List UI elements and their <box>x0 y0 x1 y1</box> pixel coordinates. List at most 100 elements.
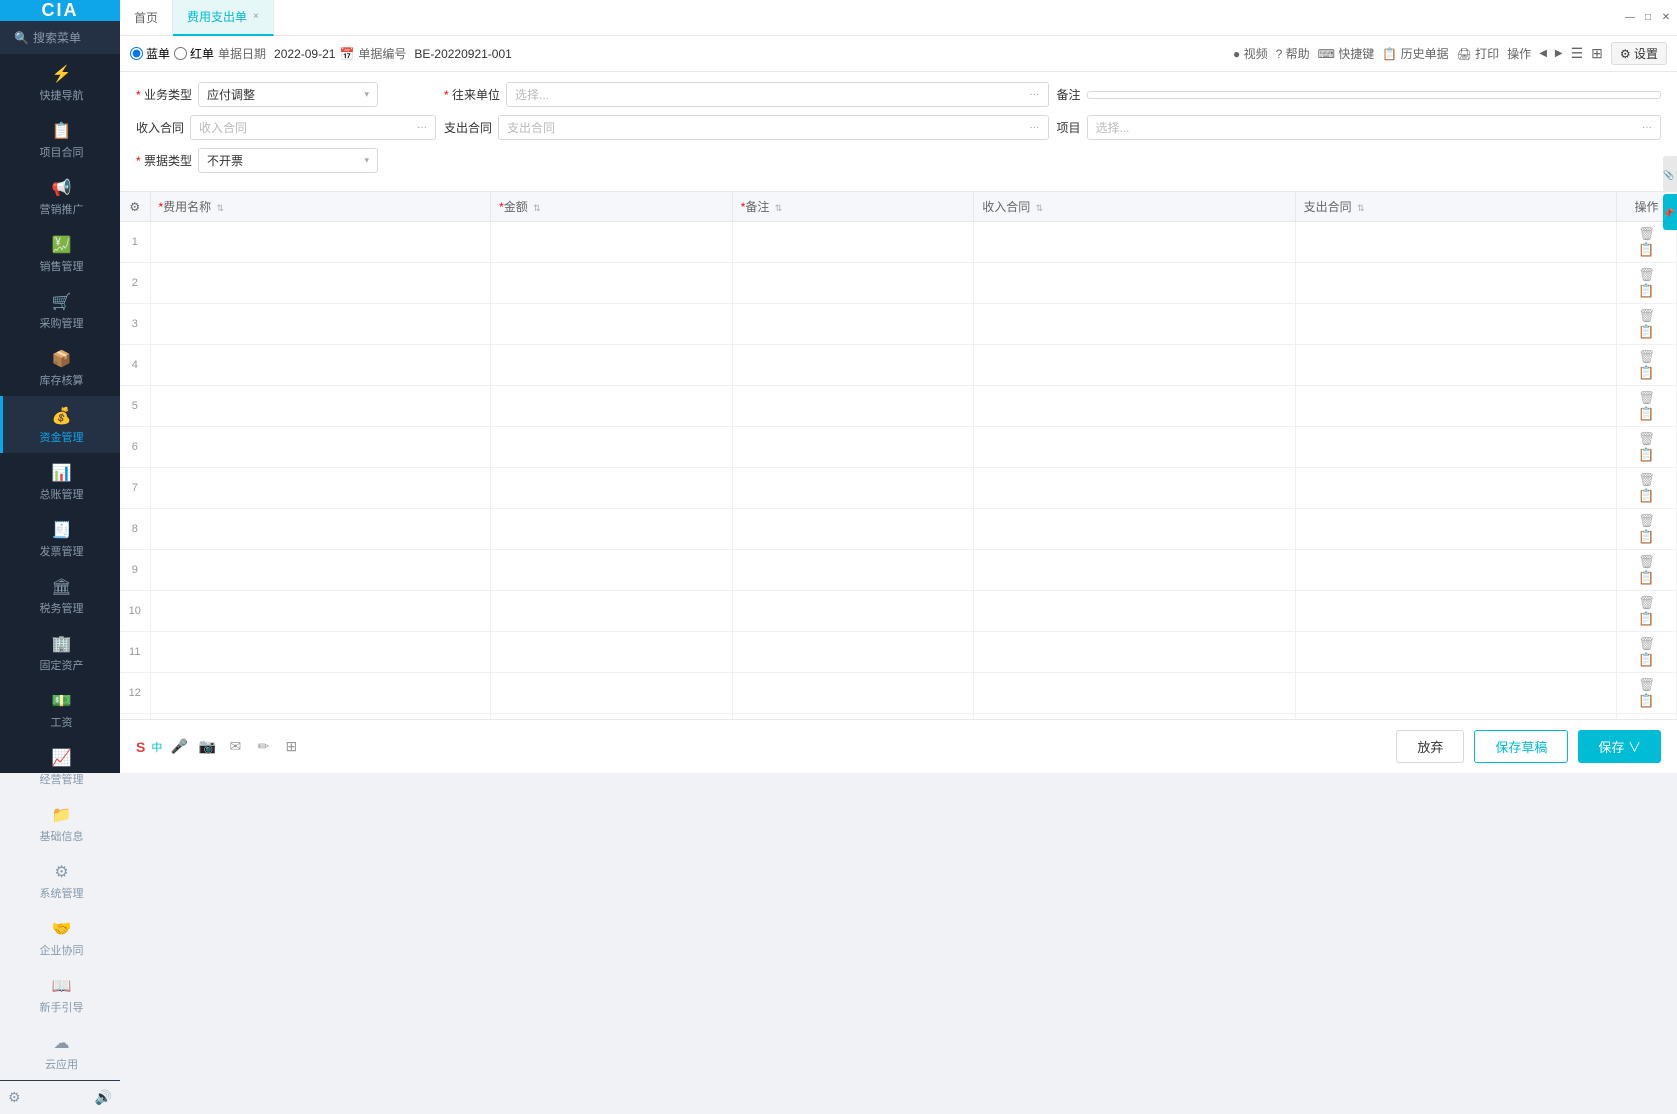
row-copy-button[interactable]: 📋 <box>1638 447 1654 463</box>
cell-note[interactable] <box>732 222 974 263</box>
sidebar-item-quick-nav[interactable]: ⚡快捷导航 <box>0 54 120 111</box>
cell-amount[interactable] <box>491 386 733 427</box>
cell-note[interactable] <box>732 468 974 509</box>
row-copy-button[interactable]: 📋 <box>1638 652 1654 668</box>
cell-amount[interactable] <box>491 509 733 550</box>
row-copy-button[interactable]: 📋 <box>1638 406 1654 422</box>
print-button[interactable]: 🖨 打印 <box>1457 45 1500 62</box>
cell-income-contract[interactable] <box>974 427 1295 468</box>
row-delete-button[interactable]: 🗑 <box>1638 308 1655 324</box>
history-button[interactable]: 📋 历史单据 <box>1382 45 1448 62</box>
cell-income-contract[interactable] <box>974 673 1295 714</box>
cell-income-contract[interactable] <box>974 550 1295 591</box>
cell-note[interactable] <box>732 345 974 386</box>
cell-income-contract[interactable] <box>974 632 1295 673</box>
sidebar-item-sales[interactable]: 💹销售管理 <box>0 225 120 282</box>
cell-amount[interactable] <box>491 591 733 632</box>
grid-view-icon[interactable]: ⊞ <box>1591 45 1603 62</box>
cell-amount[interactable] <box>491 345 733 386</box>
row-delete-button[interactable]: 🗑 <box>1638 472 1655 488</box>
search-menu-item[interactable]: 🔍 搜索菜单 <box>0 21 120 54</box>
sidebar-item-operations[interactable]: 📈经营管理 <box>0 738 120 795</box>
row-delete-button[interactable]: 🗑 <box>1638 226 1655 242</box>
sidebar-item-invoice[interactable]: 🧾发票管理 <box>0 510 120 567</box>
grid-icon[interactable]: ⊞ <box>280 736 302 758</box>
help-button[interactable]: ? 帮助 <box>1276 45 1310 62</box>
cell-note[interactable] <box>732 550 974 591</box>
cell-expense-contract[interactable] <box>1295 427 1616 468</box>
sidebar-item-enterprise[interactable]: 🤝企业协同 <box>0 909 120 966</box>
cell-name[interactable] <box>150 386 491 427</box>
sidebar-item-purchase[interactable]: 🛒采购管理 <box>0 282 120 339</box>
row-delete-button[interactable]: 🗑 <box>1638 595 1655 611</box>
cell-income-contract[interactable] <box>974 222 1295 263</box>
discard-button[interactable]: 放弃 <box>1396 730 1464 763</box>
cell-amount[interactable] <box>491 263 733 304</box>
cell-amount[interactable] <box>491 468 733 509</box>
cell-name[interactable] <box>150 591 491 632</box>
cell-expense-contract[interactable] <box>1295 345 1616 386</box>
remark-input[interactable] <box>1087 91 1661 99</box>
cell-name[interactable] <box>150 673 491 714</box>
row-copy-button[interactable]: 📋 <box>1638 488 1654 504</box>
more-icon[interactable]: ··· <box>1030 89 1040 100</box>
row-delete-button[interactable]: 🗑 <box>1638 554 1655 570</box>
blue-bill-radio[interactable]: 蓝单 <box>130 45 170 62</box>
cell-expense-contract[interactable] <box>1295 673 1616 714</box>
expense-contract-more-icon[interactable]: ··· <box>1030 122 1040 133</box>
cell-note[interactable] <box>732 632 974 673</box>
list-view-icon[interactable]: ☰ <box>1571 45 1584 62</box>
cell-income-contract[interactable] <box>974 386 1295 427</box>
save-draft-button[interactable]: 保存草稿 <box>1474 730 1568 763</box>
cell-expense-contract[interactable] <box>1295 222 1616 263</box>
table-settings-col[interactable]: ⚙ <box>120 192 150 222</box>
sidebar-item-salary[interactable]: 💵工资 <box>0 681 120 738</box>
cell-note[interactable] <box>732 427 974 468</box>
cell-expense-contract[interactable] <box>1295 591 1616 632</box>
sidebar-item-assets[interactable]: 🏢固定资产 <box>0 624 120 681</box>
window-minimize-button[interactable]: — <box>1623 11 1637 25</box>
expense-contract-input[interactable]: 支出合同 ··· <box>498 115 1048 140</box>
cell-name[interactable] <box>150 222 491 263</box>
cell-amount[interactable] <box>491 550 733 591</box>
row-copy-button[interactable]: 📋 <box>1638 693 1654 709</box>
row-copy-button[interactable]: 📋 <box>1638 611 1654 627</box>
cell-name[interactable] <box>150 304 491 345</box>
nav-left-icon[interactable]: ◀ <box>1539 48 1547 59</box>
row-copy-button[interactable]: 📋 <box>1638 365 1654 381</box>
cell-note[interactable] <box>732 386 974 427</box>
sidebar-item-project[interactable]: 📋项目合同 <box>0 111 120 168</box>
save-button[interactable]: 保存 ∨ <box>1578 730 1661 763</box>
camera-icon[interactable]: 📷 <box>196 736 218 758</box>
ops-button[interactable]: 操作 <box>1507 45 1531 62</box>
project-input[interactable]: 选择... ··· <box>1087 115 1661 140</box>
row-delete-button[interactable]: 🗑 <box>1638 677 1655 693</box>
cell-note[interactable] <box>732 304 974 345</box>
right-panel-bottom-button[interactable]: 📌 <box>1663 194 1677 230</box>
tab-home[interactable]: 首页 <box>120 0 173 36</box>
volume-icon[interactable]: 🔊 <box>95 1089 112 1106</box>
sidebar-item-marketing[interactable]: 📢营销推广 <box>0 168 120 225</box>
video-button[interactable]: ● 视频 <box>1233 45 1268 62</box>
cell-income-contract[interactable] <box>974 509 1295 550</box>
sidebar-item-inventory[interactable]: 📦库存核算 <box>0 339 120 396</box>
shortcut-button[interactable]: ⌨ 快捷键 <box>1318 45 1375 62</box>
cell-expense-contract[interactable] <box>1295 550 1616 591</box>
tab-expense[interactable]: 费用支出单 × <box>173 0 274 36</box>
sidebar-item-cloud[interactable]: ☁云应用 <box>0 1023 120 1080</box>
calendar-icon[interactable]: 📅 <box>339 47 354 61</box>
edit-icon[interactable]: ✏ <box>252 736 274 758</box>
cell-name[interactable] <box>150 345 491 386</box>
cell-note[interactable] <box>732 263 974 304</box>
sidebar-item-system[interactable]: ⚙系统管理 <box>0 852 120 909</box>
cell-note[interactable] <box>732 673 974 714</box>
sidebar-item-fund[interactable]: 💰资金管理 <box>0 396 120 453</box>
mail-icon[interactable]: ✉ <box>224 736 246 758</box>
cell-expense-contract[interactable] <box>1295 468 1616 509</box>
cell-income-contract[interactable] <box>974 263 1295 304</box>
cell-income-contract[interactable] <box>974 345 1295 386</box>
project-more-icon[interactable]: ··· <box>1642 122 1652 133</box>
row-copy-button[interactable]: 📋 <box>1638 570 1654 586</box>
cell-note[interactable] <box>732 591 974 632</box>
cell-amount[interactable] <box>491 673 733 714</box>
